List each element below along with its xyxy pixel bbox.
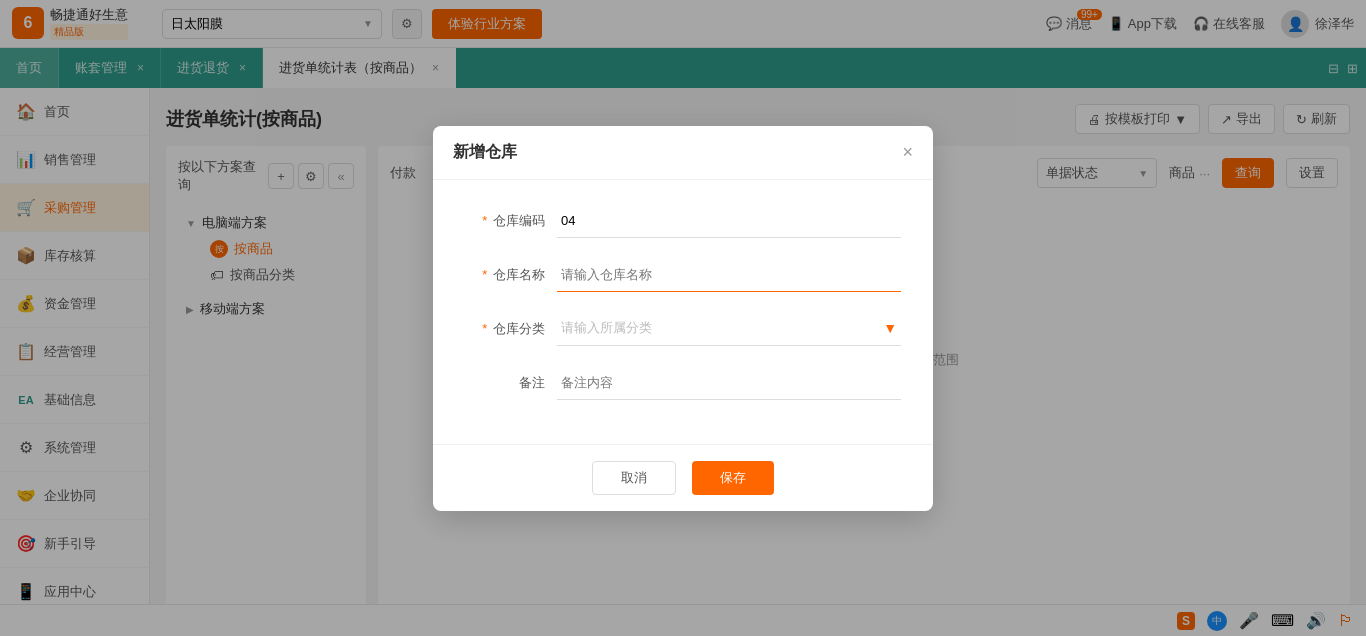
form-row-code: * 仓库编码 <box>465 204 901 238</box>
dialog-close-button[interactable]: × <box>902 142 913 163</box>
dialog-header: 新增仓库 × <box>433 126 933 180</box>
category-required-star: * <box>482 321 487 336</box>
cancel-button[interactable]: 取消 <box>592 461 676 495</box>
save-button[interactable]: 保存 <box>692 461 774 495</box>
code-label: * 仓库编码 <box>465 212 545 230</box>
warehouse-name-input[interactable] <box>557 258 901 292</box>
form-row-category: * 仓库分类 请输入所属分类 ▼ <box>465 312 901 346</box>
name-label: * 仓库名称 <box>465 266 545 284</box>
warehouse-code-input[interactable] <box>557 204 901 238</box>
dialog-body: * 仓库编码 * 仓库名称 * 仓库分类 请输入所属 <box>433 180 933 444</box>
form-row-remark: 备注 <box>465 366 901 400</box>
dialog-footer: 取消 保存 <box>433 444 933 511</box>
category-dropdown-icon: ▼ <box>883 320 897 336</box>
new-warehouse-dialog: 新增仓库 × * 仓库编码 * 仓库名称 <box>433 126 933 511</box>
modal-overlay: 新增仓库 × * 仓库编码 * 仓库名称 <box>0 0 1366 636</box>
category-label: * 仓库分类 <box>465 320 545 338</box>
remark-label: 备注 <box>465 374 545 392</box>
dialog-title: 新增仓库 <box>453 142 517 163</box>
form-row-name: * 仓库名称 <box>465 258 901 292</box>
name-required-star: * <box>482 267 487 282</box>
warehouse-remark-input[interactable] <box>557 366 901 400</box>
category-placeholder: 请输入所属分类 <box>561 319 652 337</box>
warehouse-category-select[interactable]: 请输入所属分类 ▼ <box>557 312 901 346</box>
code-required-star: * <box>482 213 487 228</box>
